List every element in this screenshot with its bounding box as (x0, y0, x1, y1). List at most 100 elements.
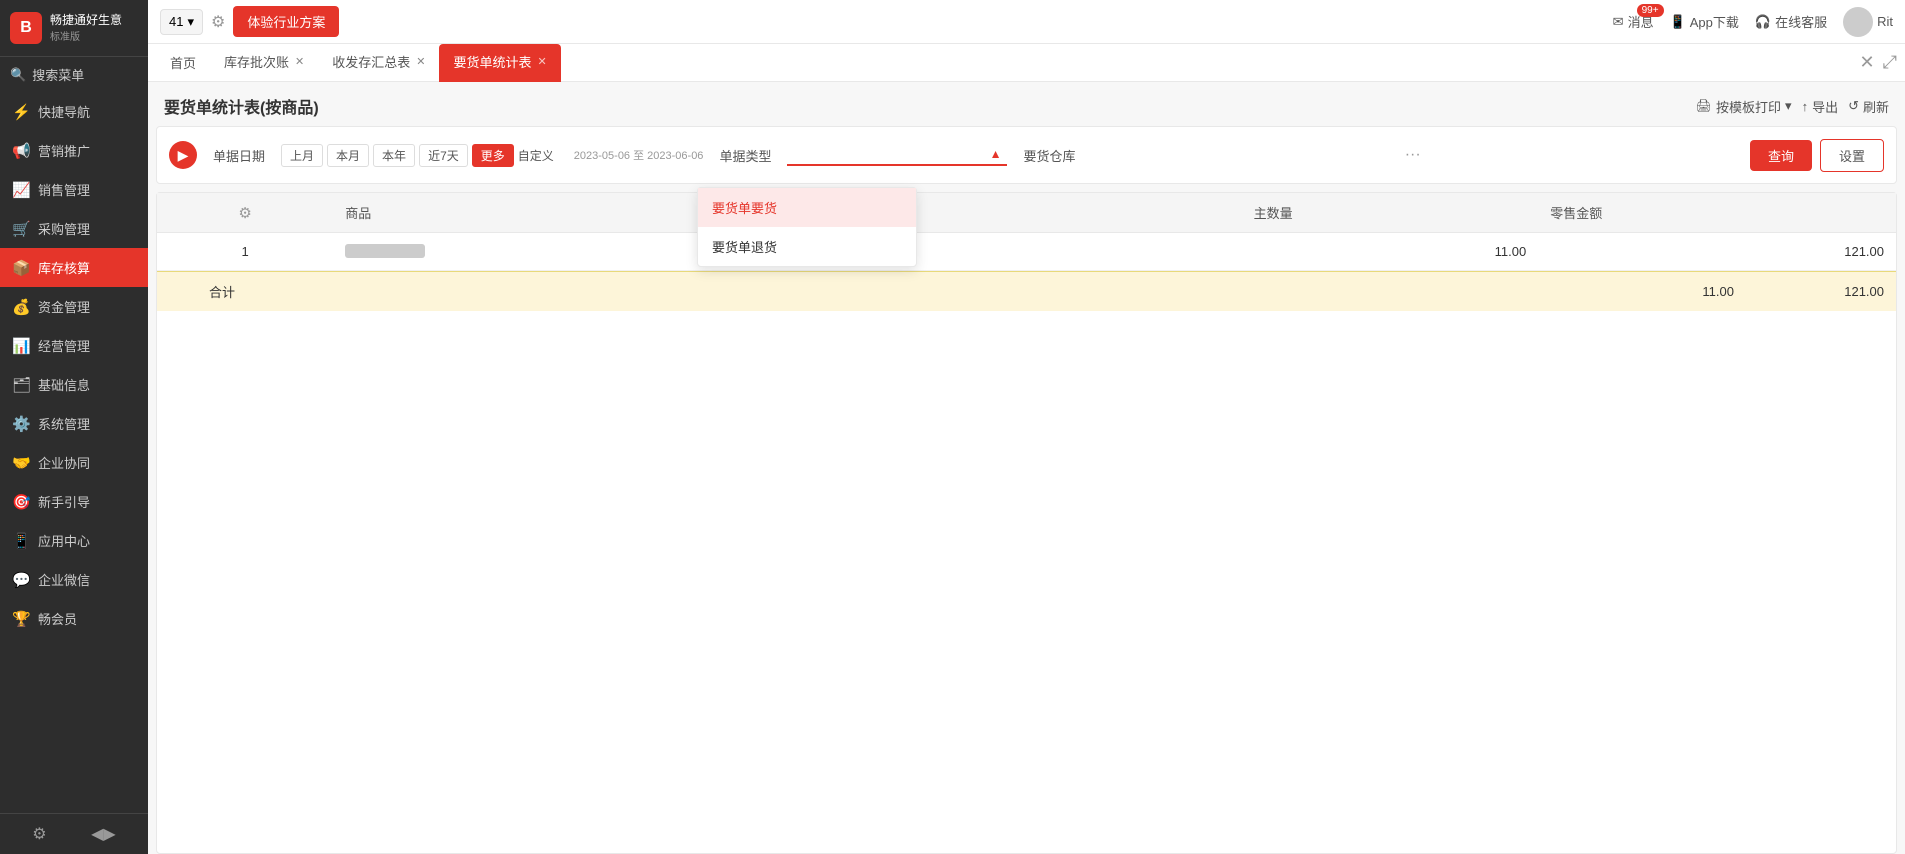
message-badge: 99+ (1637, 4, 1664, 17)
sidebar-item-system[interactable]: ⚙️ 系统管理 (0, 404, 148, 443)
app-download-button[interactable]: 📱 App下载 (1670, 12, 1739, 31)
wechat-icon: 💬 (12, 571, 30, 589)
sidebar-nav: ⚡ 快捷导航 📢 营销推广 📈 销售管理 🛒 采购管理 📦 库存核算 💰 资金管… (0, 92, 148, 813)
sidebar-item-label: 库存核算 (38, 258, 90, 277)
service-icon: 🎧 (1755, 14, 1771, 30)
tab-receivable-summary[interactable]: 收发存汇总表 ✕ (318, 44, 439, 82)
app-sub: 标准版 (50, 28, 122, 43)
sidebar-item-basic[interactable]: 🗂 基础信息 (0, 365, 148, 404)
sidebar-item-operations[interactable]: 📊 经营管理 (0, 326, 148, 365)
message-button[interactable]: ✉ 消息 99+ (1613, 12, 1654, 31)
tab-close-all-icon[interactable]: ✕ (1860, 52, 1875, 73)
tab-expand-icon[interactable]: ⤢ (1883, 52, 1897, 73)
date-this-year-button[interactable]: 本年 (373, 144, 415, 167)
sidebar-search[interactable]: 🔍 搜索菜单 (0, 57, 148, 92)
table-header-row: ⚙ 商品 主计量单位 主数量 零售金额 (157, 193, 1896, 233)
date-shortcuts: 上月 本月 本年 近7天 更多 自定义 (281, 144, 554, 167)
settings-button[interactable]: 设置 (1820, 139, 1884, 172)
industry-button[interactable]: 体验行业方案 (233, 6, 339, 37)
sales-icon: 📈 (12, 181, 30, 199)
refresh-button[interactable]: ↺ 刷新 (1848, 97, 1889, 116)
print-label: 按模板打印 (1716, 97, 1781, 116)
sidebar-item-finance[interactable]: 💰 资金管理 (0, 287, 148, 326)
date-filter-label: 单据日期 (213, 146, 265, 165)
warehouse-more-icon[interactable]: ··· (1405, 146, 1421, 164)
sidebar-item-enterprise[interactable]: 🤝 企业协同 (0, 443, 148, 482)
tabs-bar: 首页 库存批次账 ✕ 收发存汇总表 ✕ 要货单统计表 ✕ ✕ ⤢ (148, 44, 1905, 82)
date-custom-button[interactable]: 自定义 (518, 147, 554, 164)
search-icon: 🔍 (10, 67, 26, 83)
date-range-display: 2023-05-06 至 2023-06-06 (574, 147, 704, 163)
table-footer: 合计 11.00 121.00 (157, 271, 1896, 311)
operations-icon: 📊 (12, 337, 30, 355)
print-button[interactable]: 🖨 按模板打印 ▾ (1696, 97, 1792, 116)
tab-close-icon[interactable]: ✕ (416, 55, 425, 68)
user-name: Rit (1877, 14, 1893, 29)
user-avatar (1843, 7, 1873, 37)
sidebar-item-label: 基础信息 (38, 375, 90, 394)
online-service-button[interactable]: 🎧 在线客服 (1755, 12, 1827, 31)
app-name: 畅捷通好生意 (50, 13, 122, 29)
sidebar-item-app-center[interactable]: 📱 应用中心 (0, 521, 148, 560)
inventory-icon: 📦 (12, 259, 30, 277)
sidebar-item-label: 畅会员 (38, 609, 77, 628)
topbar-right: ✉ 消息 99+ 📱 App下载 🎧 在线客服 Rit (1613, 7, 1893, 37)
dropdown-item-order[interactable]: 要货单要货 (698, 188, 916, 227)
type-filter-input[interactable] (793, 147, 985, 162)
store-num: 41 (169, 14, 183, 29)
export-button[interactable]: ↑ 导出 (1802, 97, 1839, 116)
query-button[interactable]: 查询 (1750, 140, 1812, 171)
print-dropdown-icon: ▾ (1785, 98, 1792, 114)
column-settings-icon[interactable]: ⚙ (238, 205, 251, 222)
store-selector[interactable]: 41 ▾ (160, 9, 203, 35)
print-icon: 🖨 (1696, 98, 1713, 114)
sidebar-item-guide[interactable]: 🎯 新手引导 (0, 482, 148, 521)
logo-icon: B (10, 12, 42, 44)
dropdown-item-return[interactable]: 要货单退货 (698, 227, 916, 266)
table-body: 1 块 11.00 121.00 (157, 233, 1896, 271)
goods-name-blurred (345, 244, 425, 258)
date-7days-button[interactable]: 近7天 (419, 144, 468, 167)
filter-expand-button[interactable]: ▶ (169, 141, 197, 169)
message-icon: ✉ (1613, 14, 1624, 30)
tab-inventory-batch[interactable]: 库存批次账 ✕ (210, 44, 318, 82)
page-header: 要货单统计表(按商品) 🖨 按模板打印 ▾ ↑ 导出 ↺ 刷新 (148, 82, 1905, 126)
row-qty: 11.00 (1242, 233, 1539, 271)
topbar-gear-icon[interactable]: ⚙ (211, 12, 225, 32)
type-dropdown-chevron[interactable]: ▲ (990, 147, 1002, 161)
sidebar-item-label: 应用中心 (38, 531, 90, 550)
date-last-month-button[interactable]: 上月 (281, 144, 323, 167)
sidebar-item-label: 销售管理 (38, 180, 90, 199)
col-settings: ⚙ (157, 193, 333, 233)
sidebar-item-inventory[interactable]: 📦 库存核算 (0, 248, 148, 287)
footer-amount: 121.00 (1784, 284, 1884, 299)
tab-order-stat[interactable]: 要货单统计表 ✕ (439, 44, 560, 82)
sidebar-item-sales[interactable]: 📈 销售管理 (0, 170, 148, 209)
sidebar-item-quick-nav[interactable]: ⚡ 快捷导航 (0, 92, 148, 131)
sidebar-item-label: 新手引导 (38, 492, 90, 511)
type-filter-select[interactable]: ▲ (787, 145, 1007, 166)
tab-close-icon[interactable]: ✕ (538, 55, 547, 68)
sidebar-item-wechat[interactable]: 💬 企业微信 (0, 560, 148, 599)
sidebar-collapse-icon[interactable]: ◀▶ (91, 824, 116, 844)
sidebar-item-label: 资金管理 (38, 297, 90, 316)
sidebar-item-label: 经营管理 (38, 336, 90, 355)
sidebar-logo: B 畅捷通好生意 标准版 (0, 0, 148, 57)
sidebar-item-marketing[interactable]: 📢 营销推广 (0, 131, 148, 170)
sidebar-settings-icon[interactable]: ⚙ (32, 824, 46, 844)
page-title: 要货单统计表(按商品) (164, 94, 319, 118)
basic-icon: 🗂 (12, 376, 30, 394)
online-service-label: 在线客服 (1775, 12, 1827, 31)
sidebar-item-purchase[interactable]: 🛒 采购管理 (0, 209, 148, 248)
guide-icon: 🎯 (12, 493, 30, 511)
tab-label: 库存批次账 (224, 52, 289, 71)
date-more-button[interactable]: 更多 (472, 144, 514, 167)
user-profile-button[interactable]: Rit (1843, 7, 1893, 37)
type-filter-label: 单据类型 (719, 146, 771, 165)
tab-home[interactable]: 首页 (156, 53, 210, 72)
marketing-icon: 📢 (12, 142, 30, 160)
date-this-month-button[interactable]: 本月 (327, 144, 369, 167)
tab-close-icon[interactable]: ✕ (295, 55, 304, 68)
finance-icon: 💰 (12, 298, 30, 316)
sidebar-item-member[interactable]: 🏆 畅会员 (0, 599, 148, 638)
